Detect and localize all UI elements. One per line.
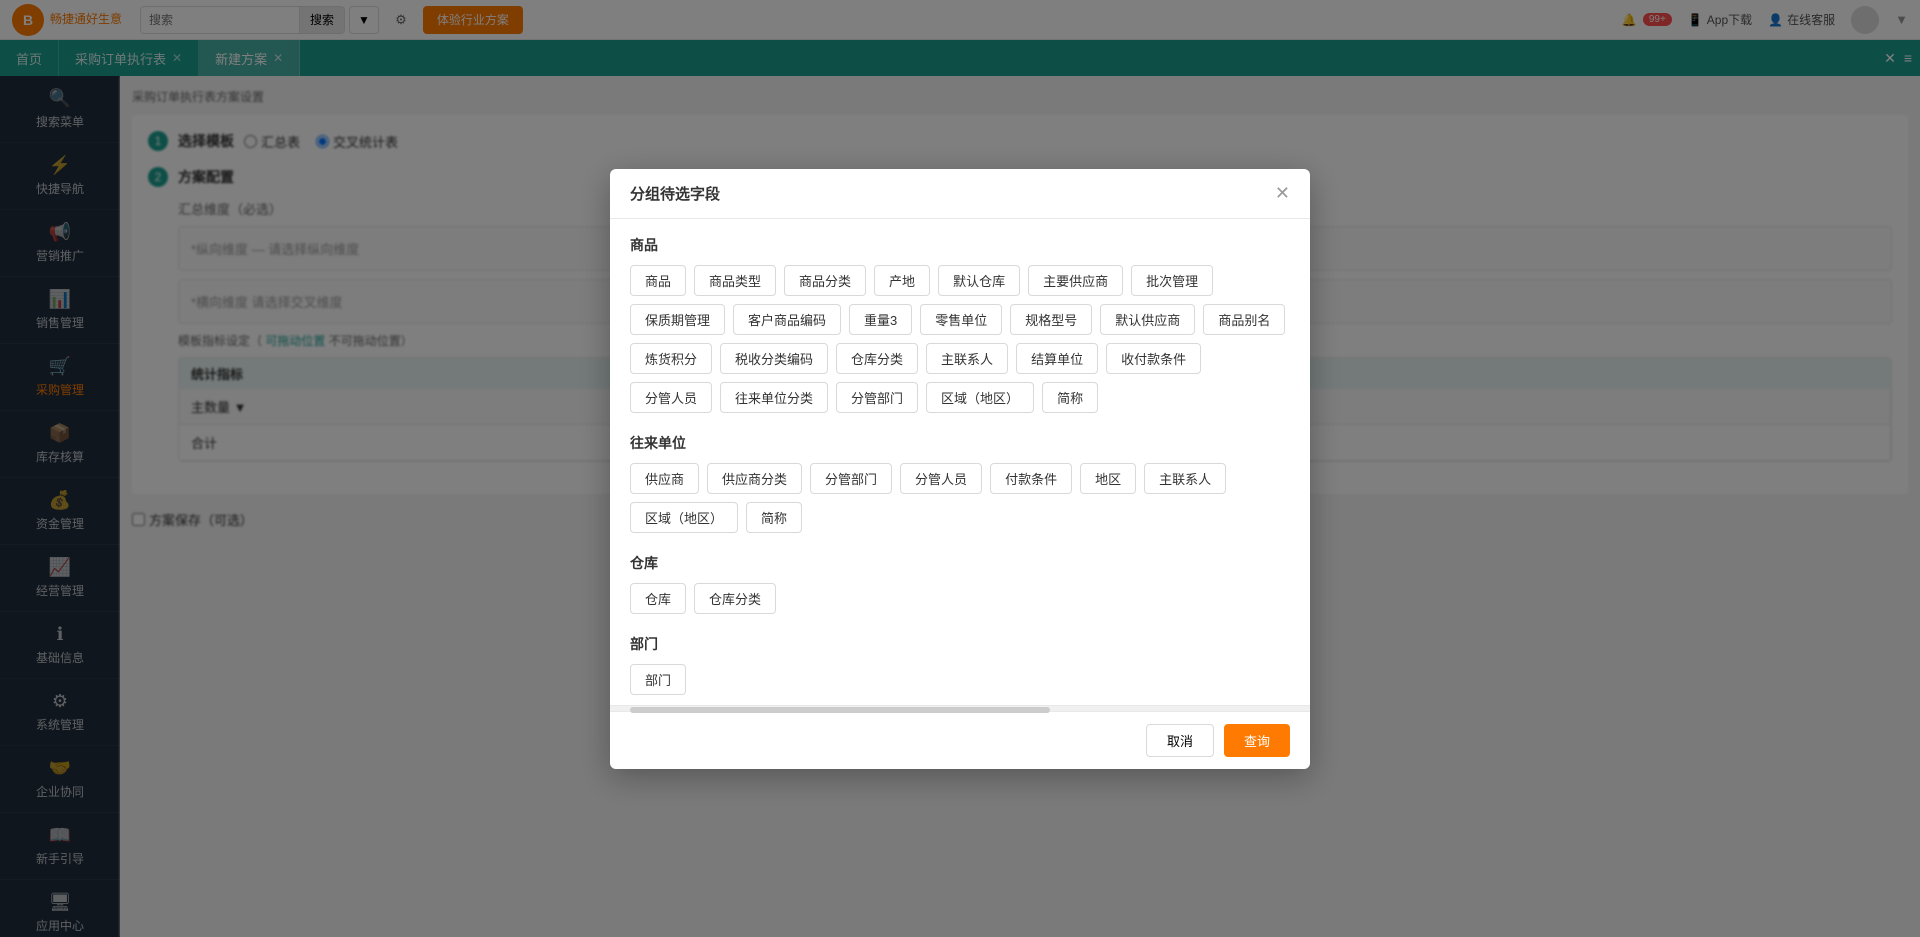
tag-region2[interactable]: 区域（地区）: [630, 502, 738, 533]
tag-customer-code[interactable]: 客户商品编码: [733, 304, 841, 335]
tag-expiry-mgmt[interactable]: 保质期管理: [630, 304, 725, 335]
tag-spec-model[interactable]: 规格型号: [1010, 304, 1092, 335]
tag-settlement-unit[interactable]: 结算单位: [1016, 343, 1098, 374]
warehouse-tags: 仓库 仓库分类: [630, 583, 1290, 614]
tag-weight3[interactable]: 重量3: [849, 304, 912, 335]
tag-supplier[interactable]: 供应商: [630, 463, 699, 494]
tag-batch-mgmt[interactable]: 批次管理: [1131, 265, 1213, 296]
modal-title: 分组待选字段: [630, 183, 720, 204]
modal-close-button[interactable]: ✕: [1275, 184, 1290, 202]
modal-overlay: 分组待选字段 ✕ 商品 商品 商品类型 商品分类 产地 默认仓库 主要供应商 批…: [0, 0, 1920, 937]
tag-main-contact[interactable]: 主联系人: [926, 343, 1008, 374]
tag-payment-terms2[interactable]: 付款条件: [990, 463, 1072, 494]
section-party-title: 往来单位: [630, 433, 1290, 453]
section-warehouse: 仓库 仓库 仓库分类: [630, 553, 1290, 614]
tag-short-name[interactable]: 简称: [1042, 382, 1098, 413]
tag-warehouse-cat[interactable]: 仓库分类: [694, 583, 776, 614]
section-warehouse-title: 仓库: [630, 553, 1290, 573]
tag-dept[interactable]: 分管部门: [836, 382, 918, 413]
tag-goods[interactable]: 商品: [630, 265, 686, 296]
tag-origin[interactable]: 产地: [874, 265, 930, 296]
tag-party-category[interactable]: 往来单位分类: [720, 382, 828, 413]
tag-goods-alias[interactable]: 商品别名: [1203, 304, 1285, 335]
tag-default-supplier[interactable]: 默认供应商: [1100, 304, 1195, 335]
tag-dept2[interactable]: 分管部门: [810, 463, 892, 494]
tag-main-supplier[interactable]: 主要供应商: [1028, 265, 1123, 296]
tag-tax-code[interactable]: 税收分类编码: [720, 343, 828, 374]
dept-tags: 部门: [630, 664, 1290, 695]
tag-goods-type[interactable]: 商品类型: [694, 265, 776, 296]
section-goods-title: 商品: [630, 235, 1290, 255]
tag-payment-terms[interactable]: 收付款条件: [1106, 343, 1201, 374]
tag-region[interactable]: 区域（地区）: [926, 382, 1034, 413]
modal-horizontal-scrollbar[interactable]: [610, 705, 1310, 711]
modal-body: 商品 商品 商品类型 商品分类 产地 默认仓库 主要供应商 批次管理 保质期管理…: [610, 219, 1310, 705]
modal-header: 分组待选字段 ✕: [610, 169, 1310, 219]
party-tags: 供应商 供应商分类 分管部门 分管人员 付款条件 地区 主联系人 区域（地区） …: [630, 463, 1290, 533]
scrollbar-thumb: [630, 707, 1050, 713]
tag-retail-unit[interactable]: 零售单位: [920, 304, 1002, 335]
section-goods: 商品 商品 商品类型 商品分类 产地 默认仓库 主要供应商 批次管理 保质期管理…: [630, 235, 1290, 413]
tag-area[interactable]: 地区: [1080, 463, 1136, 494]
tag-supplier-category[interactable]: 供应商分类: [707, 463, 802, 494]
tag-department[interactable]: 部门: [630, 664, 686, 695]
tag-warehouse[interactable]: 仓库: [630, 583, 686, 614]
tag-main-contact2[interactable]: 主联系人: [1144, 463, 1226, 494]
modal-footer: 取消 查询: [610, 711, 1310, 769]
tag-manager[interactable]: 分管人员: [630, 382, 712, 413]
field-selection-modal: 分组待选字段 ✕ 商品 商品 商品类型 商品分类 产地 默认仓库 主要供应商 批…: [610, 169, 1310, 769]
tag-goods-category[interactable]: 商品分类: [784, 265, 866, 296]
goods-tags: 商品 商品类型 商品分类 产地 默认仓库 主要供应商 批次管理 保质期管理 客户…: [630, 265, 1290, 413]
tag-warehouse-category[interactable]: 仓库分类: [836, 343, 918, 374]
section-department-title: 部门: [630, 634, 1290, 654]
tag-short-name2[interactable]: 简称: [746, 502, 802, 533]
tag-manager2[interactable]: 分管人员: [900, 463, 982, 494]
confirm-button[interactable]: 查询: [1224, 724, 1290, 757]
cancel-button[interactable]: 取消: [1146, 724, 1214, 757]
tag-refine-points[interactable]: 炼货积分: [630, 343, 712, 374]
section-department: 部门 部门: [630, 634, 1290, 695]
section-party: 往来单位 供应商 供应商分类 分管部门 分管人员 付款条件 地区 主联系人 区域…: [630, 433, 1290, 533]
tag-default-warehouse[interactable]: 默认仓库: [938, 265, 1020, 296]
